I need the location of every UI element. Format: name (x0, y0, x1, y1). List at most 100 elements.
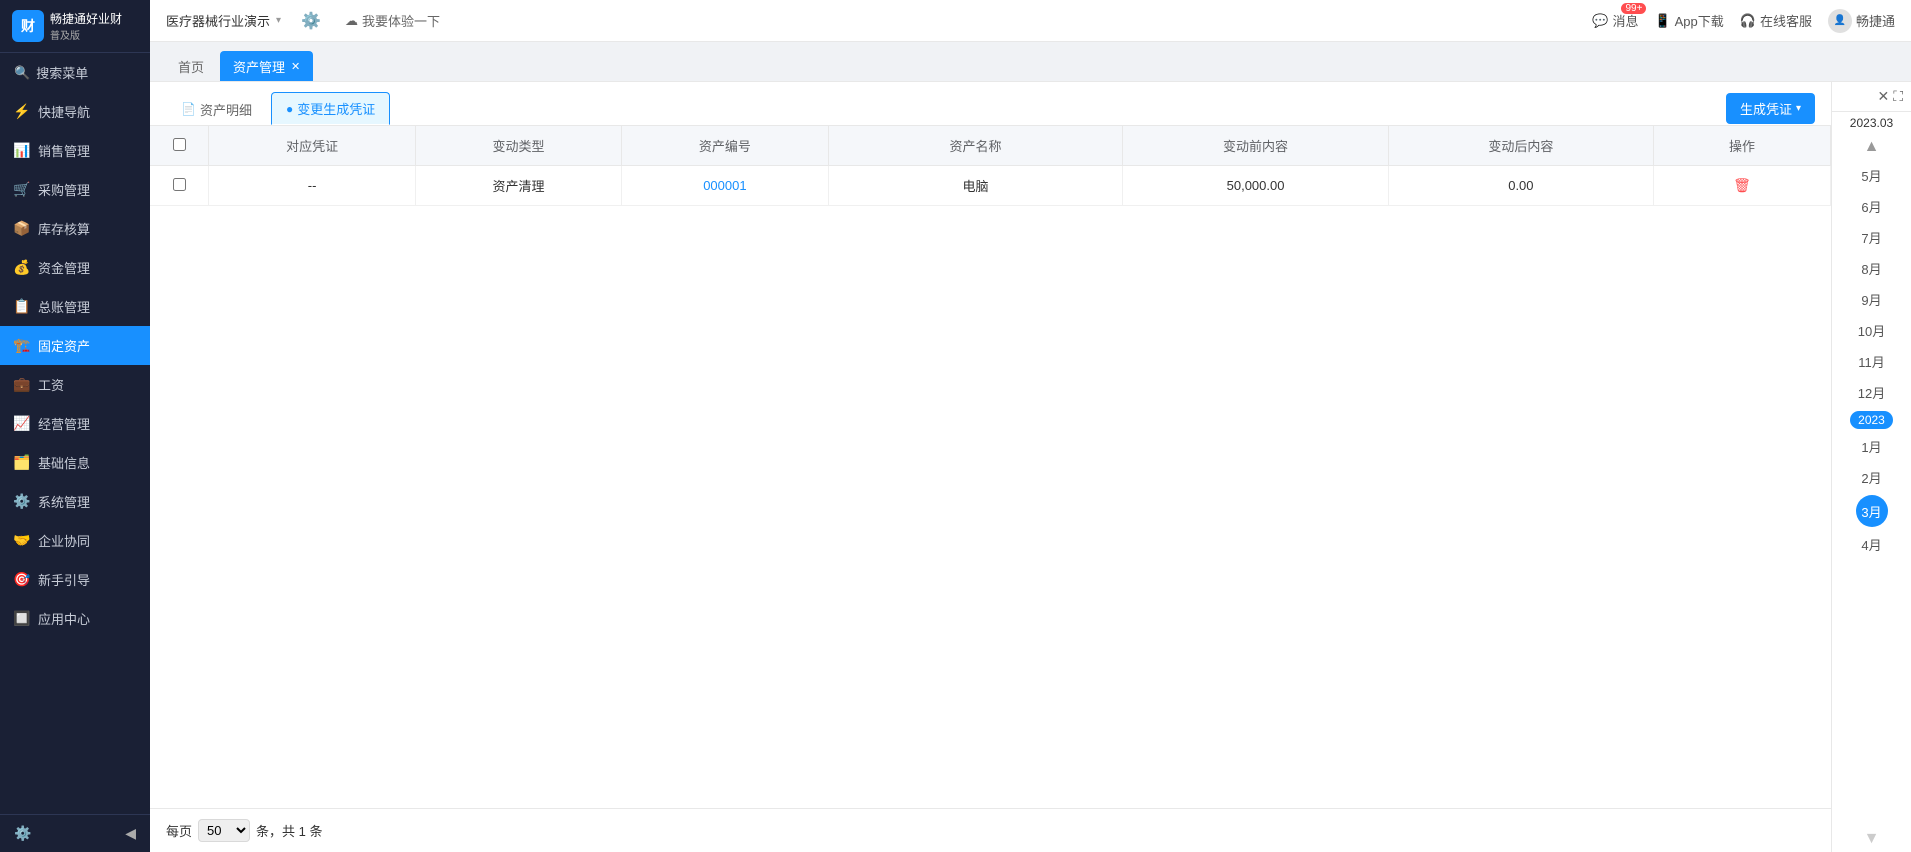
online-service-button[interactable]: 🎧 在线客服 (1740, 11, 1812, 30)
date-item-4[interactable]: 4月 (1832, 529, 1911, 560)
sidebar-item-purchase[interactable]: 🛒 采购管理 (0, 170, 150, 209)
row-after-content: 0.00 (1388, 166, 1653, 206)
date-item-8[interactable]: 8月 (1832, 253, 1911, 284)
tab-bar: 首页 资产管理 ✕ (150, 42, 1911, 82)
sidebar-item-funds[interactable]: 💰 资金管理 (0, 248, 150, 287)
service-icon: 🎧 (1740, 13, 1756, 29)
date-item-12[interactable]: 12月 (1832, 377, 1911, 408)
sidebar-item-inventory[interactable]: 📦 库存核算 (0, 209, 150, 248)
top-header: 医疗器械行业演示 ▾ ⚙️ ☁ 我要体验一下 💬 消息 99+ 📱 App下载 … (150, 0, 1911, 42)
inventory-icon: 📦 (14, 221, 30, 237)
panel-year-label: 2023.03 (1832, 112, 1911, 134)
row-checkbox-cell[interactable] (150, 166, 209, 206)
sidebar-item-system[interactable]: ⚙️ 系统管理 (0, 482, 150, 521)
inner-tab-bar: 📄 资产明细 ● 变更生成凭证 生成凭证 ▾ (150, 82, 1831, 126)
sidebar-item-operations[interactable]: 📈 经营管理 (0, 404, 150, 443)
tab-asset-mgmt[interactable]: 资产管理 ✕ (220, 51, 313, 81)
collapse-icon[interactable]: ◀ (125, 825, 136, 842)
current-year-badge[interactable]: 2023 (1850, 411, 1893, 429)
newbie-icon: 🎯 (14, 572, 30, 588)
quick-nav-icon: ⚡ (14, 104, 30, 120)
sidebar: 财 畅捷通好业财 普及版 🔍 搜索菜单 ⚡ 快捷导航 📊 销售管理 🛒 采购管理… (0, 0, 150, 852)
delete-button[interactable]: 🗑 (1733, 177, 1751, 193)
col-header-after: 变动后内容 (1388, 126, 1653, 166)
sidebar-item-sales[interactable]: 📊 销售管理 (0, 131, 150, 170)
select-all-checkbox[interactable] (173, 138, 186, 151)
experience-button[interactable]: ☁ 我要体验一下 (345, 11, 440, 30)
sidebar-item-ledger[interactable]: 📋 总账管理 (0, 287, 150, 326)
enterprise-icon: 🤝 (14, 533, 30, 549)
sidebar-item-basic-info[interactable]: 🗂️ 基础信息 (0, 443, 150, 482)
sidebar-item-quick-nav[interactable]: ⚡ 快捷导航 (0, 92, 150, 131)
date-item-6[interactable]: 6月 (1832, 191, 1911, 222)
sidebar-item-newbie[interactable]: 🎯 新手引导 (0, 560, 150, 599)
col-header-name: 资产名称 (828, 126, 1123, 166)
date-item-10[interactable]: 10月 (1832, 315, 1911, 346)
tab-home[interactable]: 首页 (166, 51, 216, 81)
row-asset-name: 电脑 (828, 166, 1123, 206)
change-voucher-icon: ● (286, 102, 293, 116)
company-name: 医疗器械行业演示 (166, 11, 270, 30)
table-container: 对应凭证 变动类型 资产编号 资产名称 变动前内容 变动后内容 操作 (150, 126, 1831, 808)
date-item-2[interactable]: 2月 (1832, 462, 1911, 493)
settings-bottom-icon[interactable]: ⚙️ (14, 825, 31, 842)
panel-up-nav[interactable]: ▲ (1832, 134, 1911, 160)
asset-detail-icon: 📄 (181, 102, 196, 116)
ledger-icon: 📋 (14, 299, 30, 315)
basic-info-icon: 🗂️ (14, 455, 30, 471)
date-item-5[interactable]: 5月 (1832, 160, 1911, 191)
sales-icon: 📊 (14, 143, 30, 159)
date-item-11[interactable]: 11月 (1832, 346, 1911, 377)
data-table: 对应凭证 变动类型 资产编号 资产名称 变动前内容 变动后内容 操作 (150, 126, 1831, 206)
row-before-content: 50,000.00 (1123, 166, 1388, 206)
funds-icon: 💰 (14, 260, 30, 276)
row-op-cell: 🗑 (1654, 166, 1831, 206)
tab-asset-detail[interactable]: 📄 资产明细 (166, 93, 267, 125)
sidebar-item-fixed-assets[interactable]: 🏗️ 固定资产 (0, 326, 150, 365)
purchase-icon: 🛒 (14, 182, 30, 198)
col-header-type: 变动类型 (415, 126, 621, 166)
search-icon: 🔍 (14, 65, 30, 81)
panel-close-icon[interactable]: ✕ (1877, 88, 1889, 105)
tab-close-icon[interactable]: ✕ (291, 60, 300, 73)
logo-text: 畅捷通好业财 普及版 (50, 10, 122, 42)
experience-icon: ☁ (345, 13, 358, 29)
search-menu-item[interactable]: 🔍 搜索菜单 (0, 53, 150, 92)
messages-button[interactable]: 💬 消息 99+ (1592, 11, 1638, 30)
down-arrow-icon: ▼ (1864, 830, 1880, 847)
table-row: -- 资产清理 000001 电脑 50,000.00 0.00 🗑 (150, 166, 1831, 206)
table-header-row: 对应凭证 变动类型 资产编号 资产名称 变动前内容 变动后内容 操作 (150, 126, 1831, 166)
user-menu[interactable]: 👤 畅捷通 (1828, 9, 1895, 33)
generate-voucher-button[interactable]: 生成凭证 ▾ (1726, 93, 1815, 124)
row-change-type: 资产清理 (415, 166, 621, 206)
date-item-7[interactable]: 7月 (1832, 222, 1911, 253)
date-item-1[interactable]: 1月 (1832, 431, 1911, 462)
per-page-select[interactable]: 10 20 50 100 (198, 819, 250, 842)
date-item-3-active[interactable]: 3月 (1856, 495, 1888, 527)
tab-change-voucher[interactable]: ● 变更生成凭证 (271, 92, 390, 125)
right-panel-header: ✕ ⛶ (1832, 82, 1911, 112)
settings-icon[interactable]: ⚙️ (301, 11, 321, 31)
messages-badge: 99+ (1621, 3, 1646, 14)
panel-down-nav[interactable]: ▼ (1832, 826, 1911, 852)
col-header-num: 资产编号 (622, 126, 828, 166)
col-header-op: 操作 (1654, 126, 1831, 166)
row-checkbox[interactable] (173, 178, 186, 191)
sidebar-nav: ⚡ 快捷导航 📊 销售管理 🛒 采购管理 📦 库存核算 💰 资金管理 📋 总账管… (0, 92, 150, 814)
app-download-button[interactable]: 📱 App下载 (1654, 11, 1723, 30)
sidebar-item-app-center[interactable]: 🔲 应用中心 (0, 599, 150, 638)
header-right: 💬 消息 99+ 📱 App下载 🎧 在线客服 👤 畅捷通 (1592, 9, 1895, 33)
select-all-checkbox-header[interactable] (150, 126, 209, 166)
date-item-9[interactable]: 9月 (1832, 284, 1911, 315)
sidebar-item-enterprise[interactable]: 🤝 企业协同 (0, 521, 150, 560)
company-dropdown-icon: ▾ (276, 15, 281, 26)
panel-expand-icon[interactable]: ⛶ (1893, 88, 1903, 105)
date-list: 5月 6月 7月 8月 9月 10月 11月 12月 2023 1月 2月 3月… (1832, 160, 1911, 826)
col-header-voucher: 对应凭证 (209, 126, 415, 166)
sidebar-item-salary[interactable]: 💼 工资 (0, 365, 150, 404)
message-icon: 💬 (1592, 13, 1608, 29)
system-icon: ⚙️ (14, 494, 30, 510)
main-area: 医疗器械行业演示 ▾ ⚙️ ☁ 我要体验一下 💬 消息 99+ 📱 App下载 … (150, 0, 1911, 852)
operations-icon: 📈 (14, 416, 30, 432)
company-selector[interactable]: 医疗器械行业演示 ▾ (166, 11, 281, 30)
